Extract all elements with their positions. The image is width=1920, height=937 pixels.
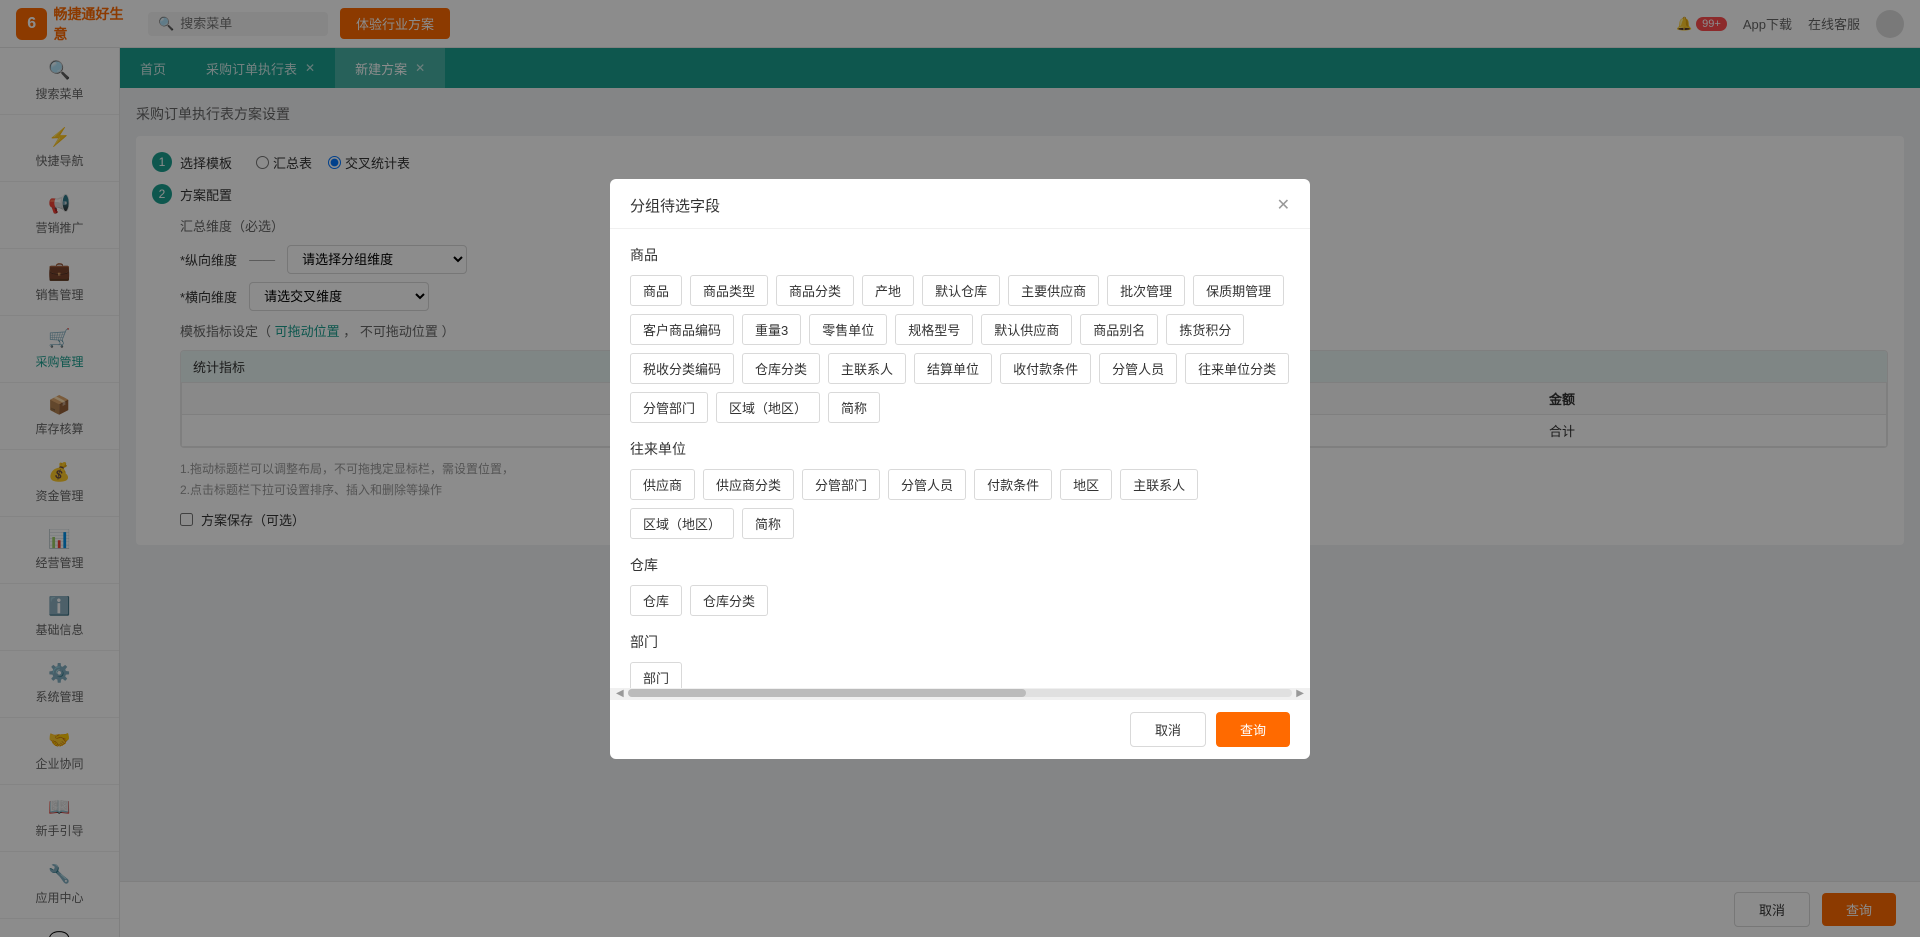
section-warehouse-title: 仓库 [630, 555, 1290, 575]
section-dept-title: 部门 [630, 632, 1290, 652]
modal-dialog: 分组待选字段 ✕ 商品 商品 商品类型 商品分类 产地 默认仓库 主要供应商 批… [610, 179, 1310, 759]
field-goods-alias[interactable]: 商品别名 [1080, 314, 1158, 345]
modal-hscrollbar[interactable]: ◀ ▶ [610, 688, 1310, 699]
warehouse-field-grid: 仓库 仓库分类 [630, 585, 1290, 616]
scroll-left-btn[interactable]: ◀ [612, 688, 628, 699]
field-dept2[interactable]: 部门 [630, 662, 682, 688]
field-default-warehouse[interactable]: 默认仓库 [922, 275, 1000, 306]
field-warehouse-cat[interactable]: 仓库分类 [742, 353, 820, 384]
field-pick-points[interactable]: 拣货积分 [1166, 314, 1244, 345]
field-mgmt-dept[interactable]: 分管部门 [802, 469, 880, 500]
field-batch-mgmt[interactable]: 批次管理 [1107, 275, 1185, 306]
field-origin[interactable]: 产地 [862, 275, 914, 306]
field-payment-terms[interactable]: 收付款条件 [1000, 353, 1091, 384]
field-mgmt-person[interactable]: 分管人员 [888, 469, 966, 500]
field-wh-cat[interactable]: 仓库分类 [690, 585, 768, 616]
modal-title: 分组待选字段 [630, 195, 720, 216]
field-spec-model[interactable]: 规格型号 [895, 314, 973, 345]
field-dept[interactable]: 分管部门 [630, 392, 708, 423]
section-goods: 商品 商品 商品类型 商品分类 产地 默认仓库 主要供应商 批次管理 保质期管理… [630, 245, 1290, 423]
section-dept: 部门 部门 [630, 632, 1290, 688]
field-pay-terms[interactable]: 付款条件 [974, 469, 1052, 500]
field-retail-unit[interactable]: 零售单位 [809, 314, 887, 345]
modal-cancel-button[interactable]: 取消 [1130, 712, 1206, 747]
section-goods-title: 商品 [630, 245, 1290, 265]
modal-confirm-button[interactable]: 查询 [1216, 712, 1290, 747]
field-weight[interactable]: 重量3 [742, 314, 801, 345]
modal-footer: 取消 查询 [610, 699, 1310, 759]
scroll-track [628, 689, 1293, 697]
field-area[interactable]: 地区 [1060, 469, 1112, 500]
field-main-supplier[interactable]: 主要供应商 [1008, 275, 1099, 306]
section-warehouse: 仓库 仓库 仓库分类 [630, 555, 1290, 616]
field-goods-type[interactable]: 商品类型 [690, 275, 768, 306]
field-abbr2[interactable]: 简称 [742, 508, 794, 539]
field-customer-code[interactable]: 客户商品编码 [630, 314, 734, 345]
field-partner-cat[interactable]: 往来单位分类 [1185, 353, 1289, 384]
field-goods[interactable]: 商品 [630, 275, 682, 306]
field-goods-category[interactable]: 商品分类 [776, 275, 854, 306]
dept-field-grid: 部门 [630, 662, 1290, 688]
goods-field-grid: 商品 商品类型 商品分类 产地 默认仓库 主要供应商 批次管理 保质期管理 客户… [630, 275, 1290, 423]
field-main-contact2[interactable]: 主联系人 [1120, 469, 1198, 500]
field-default-supplier[interactable]: 默认供应商 [981, 314, 1072, 345]
section-partner-title: 往来单位 [630, 439, 1290, 459]
field-settlement-unit[interactable]: 结算单位 [914, 353, 992, 384]
field-region[interactable]: 区域（地区） [716, 392, 820, 423]
field-region2[interactable]: 区域（地区） [630, 508, 734, 539]
field-abbr[interactable]: 简称 [828, 392, 880, 423]
field-supplier[interactable]: 供应商 [630, 469, 695, 500]
scroll-right-btn[interactable]: ▶ [1292, 688, 1308, 699]
modal-close-button[interactable]: ✕ [1277, 195, 1290, 215]
field-tax-code[interactable]: 税收分类编码 [630, 353, 734, 384]
scroll-thumb [628, 689, 1027, 697]
modal-header: 分组待选字段 ✕ [610, 179, 1310, 229]
modal-overlay: 分组待选字段 ✕ 商品 商品 商品类型 商品分类 产地 默认仓库 主要供应商 批… [0, 0, 1920, 937]
field-shelf-life[interactable]: 保质期管理 [1193, 275, 1284, 306]
partner-field-grid: 供应商 供应商分类 分管部门 分管人员 付款条件 地区 主联系人 区域（地区） … [630, 469, 1290, 539]
section-partner: 往来单位 供应商 供应商分类 分管部门 分管人员 付款条件 地区 主联系人 区域… [630, 439, 1290, 539]
field-main-contact[interactable]: 主联系人 [828, 353, 906, 384]
modal-body[interactable]: 商品 商品 商品类型 商品分类 产地 默认仓库 主要供应商 批次管理 保质期管理… [610, 229, 1310, 688]
field-wh[interactable]: 仓库 [630, 585, 682, 616]
field-supplier-cat[interactable]: 供应商分类 [703, 469, 794, 500]
field-supervisor[interactable]: 分管人员 [1099, 353, 1177, 384]
